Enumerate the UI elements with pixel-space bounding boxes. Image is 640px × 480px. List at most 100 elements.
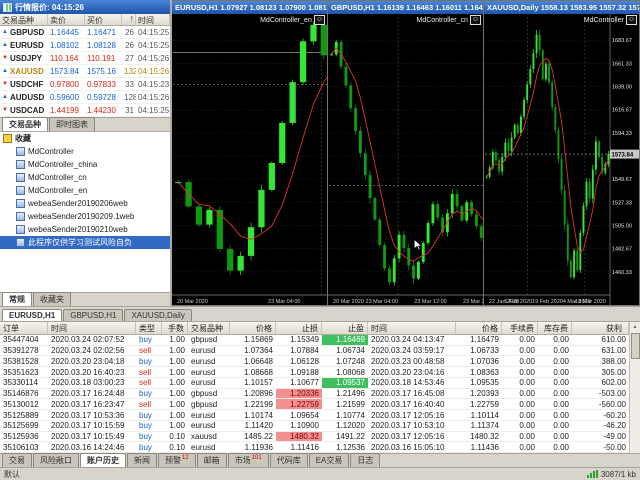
column-header[interactable]: 时间	[136, 14, 170, 25]
chart-canvas-gbpusd-h1[interactable]: 1.192961.188421.183881.179331.174791.170…	[328, 14, 483, 305]
ea-icon	[16, 225, 25, 234]
chart-plot-xauusd-daily[interactable]: 1683.671661.331639.001616.671594.331572.…	[484, 14, 639, 305]
market-watch-row[interactable]: ▲ GBPUSD 1.16445 1.16471 26 04:15:25	[0, 26, 170, 39]
column-header[interactable]: 止损	[276, 322, 322, 334]
column-header[interactable]: 手数	[162, 322, 188, 334]
history-row[interactable]: 35351623 2020.03.20 16:40:23 sell 1.00 eurus…	[0, 367, 629, 378]
column-header[interactable]: 交易品种	[0, 14, 48, 25]
history-row[interactable]: 35106103 2020.03.16 14:24:46 buy 0.10 eurusd…	[0, 442, 629, 454]
terminal-tab-3[interactable]: 新闻	[127, 453, 157, 467]
quote-time: 04:15:26	[138, 53, 170, 63]
column-header[interactable]: 库存费	[538, 322, 572, 334]
profile-label[interactable]: 默认	[4, 469, 20, 480]
history-row[interactable]: 35146876 2020.03.17 16:24:48 buy 1.00 gbpusd…	[0, 388, 629, 400]
navigator-tab-1[interactable]: 收藏夹	[33, 292, 71, 306]
history-row[interactable]: 35125699 2020.03.17 10:15:59 buy 1.00 eurusd…	[0, 421, 629, 432]
column-header[interactable]: 买价	[85, 14, 122, 25]
open-time: 2020.03.17 16:24:48	[51, 389, 125, 399]
market-watch-row[interactable]: ▼ USDCAD 1.44199 1.44230 31 04:15:25	[0, 104, 170, 117]
lots: 1.00	[169, 399, 185, 409]
history-row[interactable]: 35391278 2020.03.24 02:02:56 sell 1.00 eurus…	[0, 346, 629, 357]
terminal-tab-8[interactable]: EA交易	[308, 453, 350, 467]
navigator-item[interactable]: MdController_china	[0, 158, 170, 171]
navigator-item[interactable]: webeaSender20190210web	[0, 223, 170, 236]
ea-smiley-icon[interactable]: ☺	[313, 15, 325, 25]
market-watch-tab-0[interactable]: 交易品种	[2, 117, 48, 131]
ea-smiley-icon[interactable]: ☺	[469, 15, 481, 25]
open-time: 2020.03.20 16:40:23	[51, 367, 125, 377]
history-row[interactable]: 35447404 2020.03.24 02:07:52 buy 1.00 gbpusd…	[0, 335, 629, 346]
chart-canvas-xauusd-daily[interactable]: 1683.671661.331639.001616.671594.331572.…	[484, 14, 639, 305]
chart-titlebar-xauusd-daily[interactable]: XAUUSD,Daily 1558.13 1583.95 1557.32 157…	[484, 1, 639, 14]
terminal-tab-6[interactable]: 市场 101	[227, 453, 269, 467]
history-row[interactable]: 35125889 2020.03.17 10:53:36 buy 1.00 eurusd…	[0, 410, 629, 421]
market-watch-tab-1[interactable]: 即时图表	[49, 117, 95, 131]
navigator-tab-label: 常规	[9, 295, 25, 304]
ea-smiley-icon[interactable]: ☺	[625, 15, 637, 25]
column-header[interactable]: 时间	[368, 322, 456, 334]
window-tab-1[interactable]: GBPUSD,H1	[63, 309, 124, 321]
history-row[interactable]: 35381528 2020.03.20 23:04:18 buy 1.00 eurusd…	[0, 356, 629, 368]
navigator-item[interactable]: MdController_cn	[0, 171, 170, 184]
navigator-item[interactable]: MdController	[0, 145, 170, 158]
history-row[interactable]: 35125936 2020.03.17 10:15:49 buy 0.10 xauusd…	[0, 431, 629, 443]
column-header[interactable]: 类型	[136, 322, 162, 334]
navigator-item[interactable]: webeaSender20190206web	[0, 197, 170, 210]
navigator-item[interactable]: MdController_en	[0, 184, 170, 197]
terminal-tab-9[interactable]: 日志	[350, 453, 381, 467]
column-header[interactable]: 获利	[572, 322, 629, 334]
navigator-tab-0[interactable]: 常规	[2, 292, 32, 306]
profit: 388.00	[601, 356, 626, 366]
column-header[interactable]: 卖价	[48, 14, 85, 25]
lots: 1.00	[169, 421, 185, 431]
terminal-tab-0[interactable]: 交易	[2, 453, 32, 467]
scroll-up-icon[interactable]: ▲	[633, 322, 638, 332]
market-watch-titlebar[interactable]: 行情报价: 04:15:26	[0, 0, 170, 14]
column-header[interactable]: 价格	[456, 322, 502, 334]
history-row[interactable]: 35130012 2020.03.17 16:23:47 sell 1.00 gbpus…	[0, 399, 629, 411]
chart-window-eurusd-h1[interactable]: EURUSD,H1 1.07927 1.08123 1.07900 1.0812…	[172, 0, 328, 306]
connection-area[interactable]: 3087/1 kb	[586, 470, 636, 479]
scroll-thumb[interactable]	[630, 333, 640, 359]
chart-titlebar-gbpusd-h1[interactable]: GBPUSD,H1 1.16139 1.16463 1.16011 1.1644…	[328, 1, 483, 14]
column-header[interactable]: 时间	[48, 322, 136, 334]
market-watch-row[interactable]: ▲ EURUSD 1.08102 1.08128 26 04:15:25	[0, 39, 170, 52]
charts-area: EURUSD,H1 1.07927 1.08123 1.07900 1.0812…	[172, 0, 640, 306]
market-watch-row[interactable]: ▲ XAUUSD 1573.84 1575.16 132 04:15:26	[0, 65, 170, 78]
price-direction-icon: ▲	[2, 68, 8, 74]
symbol: eurusd	[191, 378, 216, 388]
navigator-root[interactable]: 收藏	[0, 132, 170, 145]
terminal-scrollbar[interactable]: ▲	[629, 322, 640, 453]
chart-plot-gbpusd-h1[interactable]: 1.192961.188421.183881.179331.174791.170…	[328, 14, 483, 305]
chart-window-xauusd-daily[interactable]: XAUUSD,Daily 1558.13 1583.95 1557.32 157…	[484, 0, 640, 306]
market-watch-row[interactable]: ▼ USDJPY 110.164 110.191 27 04:15:26	[0, 52, 170, 65]
market-watch-row[interactable]: ▲ AUDUSD 0.59600 0.59728 128 04:15:26	[0, 91, 170, 104]
chart-canvas-eurusd-h1[interactable]: 1.086331.083671.081001.078331.075671.073…	[172, 14, 327, 305]
column-header[interactable]: !	[122, 14, 136, 25]
column-header[interactable]: 价格	[230, 322, 276, 334]
window-tab-2[interactable]: XAUUSD,Daily	[124, 309, 192, 321]
symbol: eurusd	[191, 367, 216, 377]
column-header[interactable]: 交易品种	[188, 322, 230, 334]
bid-price: 0.97800	[50, 79, 79, 89]
history-row[interactable]: 35330114 2020.03.18 03:00:23 sell 1.00 eurus…	[0, 377, 629, 389]
terminal-tab-2[interactable]: 账户历史	[80, 453, 126, 467]
symbol: eurusd	[191, 410, 216, 420]
lots: 1.00	[169, 389, 185, 399]
terminal-tab-1[interactable]: 风险敞口	[33, 453, 79, 467]
history-table-body: 35447404 2020.03.24 02:07:52 buy 1.00 gbpusd…	[0, 335, 629, 454]
chart-plot-eurusd-h1[interactable]: 1.086331.083671.081001.078331.075671.073…	[172, 14, 327, 305]
window-tab-0[interactable]: EURUSD,H1	[2, 309, 63, 321]
terminal-tab-5[interactable]: 邮箱	[196, 453, 227, 467]
column-header[interactable]: 手续费	[502, 322, 538, 334]
column-header[interactable]: 止盈	[322, 322, 368, 334]
chart-window-gbpusd-h1[interactable]: GBPUSD,H1 1.16139 1.16463 1.16011 1.1644…	[328, 0, 484, 306]
chart-titlebar-eurusd-h1[interactable]: EURUSD,H1 1.07927 1.08123 1.07900 1.0812…	[172, 1, 327, 14]
navigator-item[interactable]: webeaSender20190209.1web	[0, 210, 170, 223]
bid-price: 0.59600	[50, 92, 79, 102]
terminal-tab-4[interactable]: 预警 12	[158, 453, 196, 467]
column-header[interactable]: 订单	[0, 322, 48, 334]
terminal-tab-7[interactable]: 代码库	[269, 453, 308, 467]
navigator-item[interactable]: 此程序仅供学习测试风险自负	[0, 236, 170, 249]
market-watch-row[interactable]: ▼ USDCHF 0.97800 0.97833 33 04:15:23	[0, 78, 170, 91]
